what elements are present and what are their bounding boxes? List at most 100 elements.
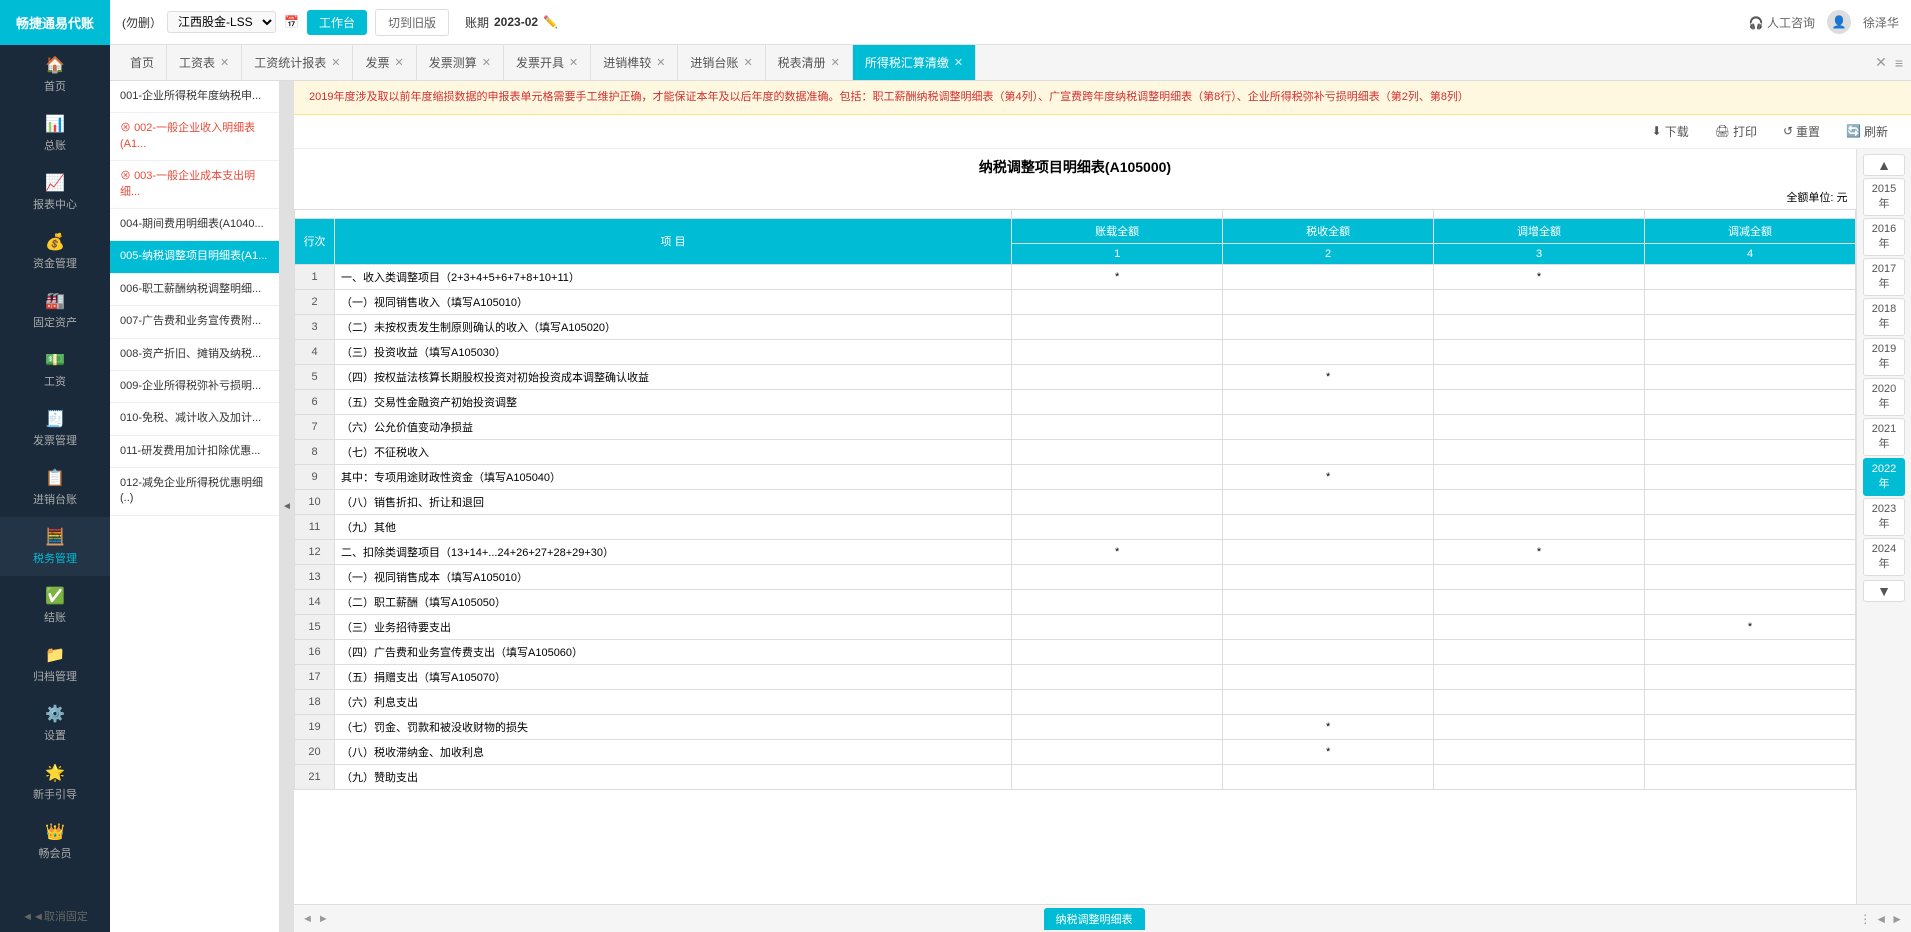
- cell-c4[interactable]: [1645, 639, 1856, 664]
- cell-c3[interactable]: [1434, 564, 1645, 589]
- tab-invoice[interactable]: 发票 ✕: [353, 45, 416, 81]
- cell-c4[interactable]: [1645, 589, 1856, 614]
- tab-purchase-ledger[interactable]: 进销台账 ✕: [678, 45, 765, 81]
- cell-c2[interactable]: [1223, 414, 1434, 439]
- year-button[interactable]: 2020年: [1863, 378, 1905, 416]
- cell-c4[interactable]: [1645, 489, 1856, 514]
- print-button[interactable]: 🖨 打印: [1707, 120, 1765, 143]
- cell-c4[interactable]: [1645, 714, 1856, 739]
- sidebar-item-settings[interactable]: ⚙️ 设置: [0, 694, 110, 753]
- cell-c2[interactable]: *: [1223, 364, 1434, 389]
- cell-c4[interactable]: [1645, 389, 1856, 414]
- sidebar-item-purchase[interactable]: 📋 进销台账: [0, 458, 110, 517]
- cell-c3[interactable]: *: [1434, 264, 1645, 289]
- cell-c4[interactable]: [1645, 314, 1856, 339]
- bottom-tab-0[interactable]: 纳税调整明细表: [1044, 908, 1145, 930]
- tab-income-tax[interactable]: 所得税汇算清缴 ✕: [853, 45, 976, 81]
- tab-tax-clearance[interactable]: 税表清册 ✕: [766, 45, 853, 81]
- unpin-button[interactable]: ◄◄取消固定: [0, 900, 110, 932]
- close-tab-tax-clearance[interactable]: ✕: [831, 56, 840, 69]
- cell-c2[interactable]: [1223, 664, 1434, 689]
- close-tab-payroll-stats[interactable]: ✕: [331, 56, 340, 69]
- cell-c3[interactable]: [1434, 514, 1645, 539]
- cell-c1[interactable]: [1012, 364, 1223, 389]
- left-item-2[interactable]: 003-一般企业成本支出明细...: [110, 161, 279, 209]
- year-button[interactable]: 2024年: [1863, 538, 1905, 576]
- cell-c1[interactable]: [1012, 764, 1223, 789]
- cell-c4[interactable]: [1645, 664, 1856, 689]
- cell-c2[interactable]: [1223, 314, 1434, 339]
- cell-c1[interactable]: [1012, 489, 1223, 514]
- tab-invoice-open[interactable]: 发票开具 ✕: [504, 45, 591, 81]
- cell-c3[interactable]: [1434, 389, 1645, 414]
- left-item-9[interactable]: 010-免税、减计收入及加计...: [110, 403, 279, 435]
- sidebar-item-assets[interactable]: 🏭 固定资产: [0, 281, 110, 340]
- year-button[interactable]: 2017年: [1863, 258, 1905, 296]
- cell-c2[interactable]: *: [1223, 739, 1434, 764]
- cell-c3[interactable]: [1434, 364, 1645, 389]
- close-tab-invoice-calc[interactable]: ✕: [482, 56, 491, 69]
- left-item-1[interactable]: 002-一般企业收入明细表(A1...: [110, 113, 279, 161]
- cell-c2[interactable]: [1223, 589, 1434, 614]
- cell-c4[interactable]: [1645, 539, 1856, 564]
- year-button[interactable]: 2016年: [1863, 218, 1905, 256]
- cell-c1[interactable]: [1012, 414, 1223, 439]
- close-tab-payroll[interactable]: ✕: [220, 56, 229, 69]
- year-button[interactable]: 2022年: [1863, 458, 1905, 496]
- switch-old-button[interactable]: 切到旧版: [375, 9, 449, 36]
- sidebar-item-payroll[interactable]: 💵 工资: [0, 340, 110, 399]
- cell-c2[interactable]: [1223, 489, 1434, 514]
- cell-c1[interactable]: [1012, 739, 1223, 764]
- cell-c3[interactable]: [1434, 339, 1645, 364]
- year-button[interactable]: 2023年: [1863, 498, 1905, 536]
- cell-c3[interactable]: *: [1434, 539, 1645, 564]
- left-item-7[interactable]: 008-资产折旧、摊销及纳税...: [110, 339, 279, 371]
- year-button[interactable]: 2015年: [1863, 178, 1905, 216]
- cell-c1[interactable]: *: [1012, 539, 1223, 564]
- cell-c3[interactable]: [1434, 439, 1645, 464]
- cell-c1[interactable]: [1012, 639, 1223, 664]
- cell-c1[interactable]: [1012, 514, 1223, 539]
- reset-button[interactable]: ↺ 重置: [1775, 120, 1828, 143]
- year-button[interactable]: 2021年: [1863, 418, 1905, 456]
- sidebar-item-archive[interactable]: 📁 归档管理: [0, 635, 110, 694]
- cell-c3[interactable]: [1434, 314, 1645, 339]
- cell-c1[interactable]: [1012, 339, 1223, 364]
- bottom-prev-icon[interactable]: ◄: [1875, 912, 1887, 926]
- cell-c4[interactable]: [1645, 414, 1856, 439]
- cell-c4[interactable]: [1645, 439, 1856, 464]
- cell-c3[interactable]: [1434, 739, 1645, 764]
- cell-c3[interactable]: [1434, 589, 1645, 614]
- cell-c2[interactable]: [1223, 539, 1434, 564]
- cell-c4[interactable]: [1645, 339, 1856, 364]
- cell-c3[interactable]: [1434, 664, 1645, 689]
- company-select[interactable]: 江西股金-LSS: [167, 11, 276, 33]
- cell-c3[interactable]: [1434, 464, 1645, 489]
- close-all-tabs[interactable]: ✕: [1875, 54, 1887, 71]
- cell-c2[interactable]: *: [1223, 714, 1434, 739]
- sidebar-item-invoice[interactable]: 🧾 发票管理: [0, 399, 110, 458]
- cell-c4[interactable]: *: [1645, 614, 1856, 639]
- scroll-right-icon[interactable]: ►: [318, 913, 329, 925]
- cell-c3[interactable]: [1434, 414, 1645, 439]
- cell-c4[interactable]: [1645, 564, 1856, 589]
- consult-button[interactable]: 🎧 人工咨询: [1749, 14, 1815, 31]
- cell-c2[interactable]: *: [1223, 464, 1434, 489]
- cell-c1[interactable]: [1012, 614, 1223, 639]
- download-button[interactable]: ⬇ 下载: [1644, 120, 1697, 143]
- close-tab-purchase-compare[interactable]: ✕: [656, 56, 665, 69]
- refresh-button[interactable]: 🔄 刷新: [1838, 120, 1896, 143]
- cell-c4[interactable]: [1645, 289, 1856, 314]
- cell-c2[interactable]: [1223, 764, 1434, 789]
- cell-c1[interactable]: [1012, 439, 1223, 464]
- year-up-button[interactable]: ▲: [1863, 154, 1905, 176]
- sidebar-item-guide[interactable]: 🌟 新手引导: [0, 753, 110, 812]
- left-item-8[interactable]: 009-企业所得税弥补亏损明...: [110, 371, 279, 403]
- cell-c2[interactable]: [1223, 614, 1434, 639]
- close-tab-invoice-open[interactable]: ✕: [569, 56, 578, 69]
- close-tab-invoice[interactable]: ✕: [395, 56, 404, 69]
- left-item-10[interactable]: 011-研发费用加计扣除优惠...: [110, 436, 279, 468]
- cell-c2[interactable]: [1223, 564, 1434, 589]
- left-item-4[interactable]: 005-纳税调整项目明细表(A1...: [110, 241, 279, 273]
- cell-c3[interactable]: [1434, 689, 1645, 714]
